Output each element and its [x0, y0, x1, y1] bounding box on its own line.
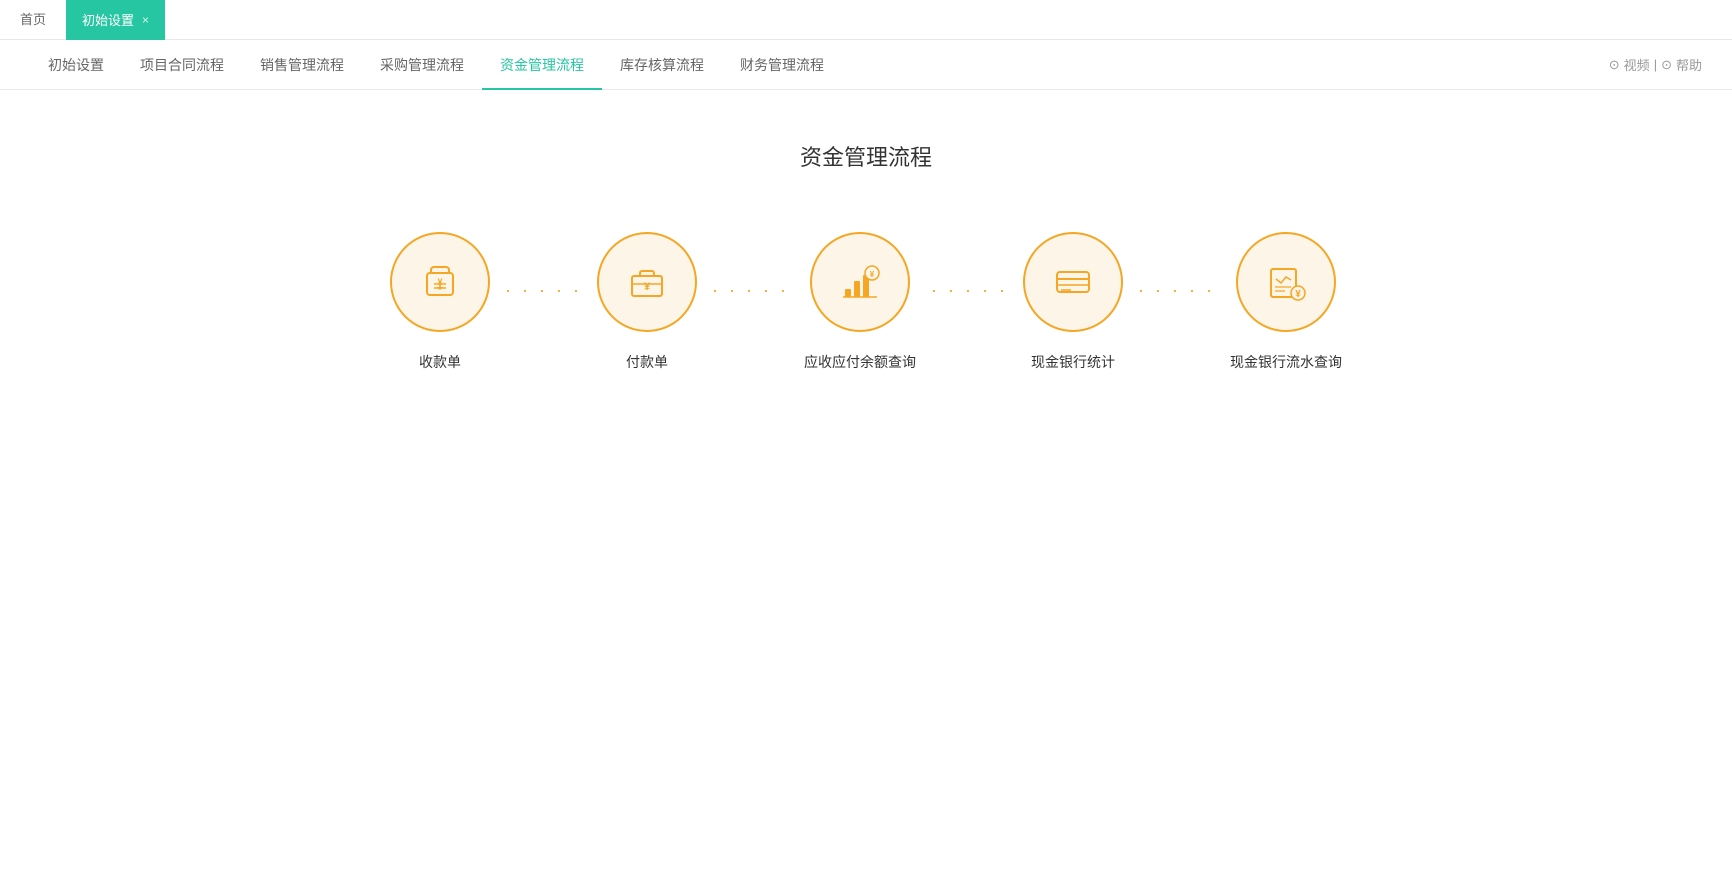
balance-icon: ¥ [835, 257, 885, 307]
divider: | [1654, 57, 1657, 72]
flow-circle-receipt: ¥ [390, 232, 490, 332]
flow-circle-cashbank [1023, 232, 1123, 332]
circle-icon2: ⊙ [1661, 57, 1672, 73]
nav-tabs-right: ⊙ 视频 | ⊙ 帮助 [1609, 55, 1702, 74]
tab-project[interactable]: 项目合同流程 [122, 40, 242, 90]
flow-item-payment[interactable]: ¥ 付款单 [597, 232, 697, 372]
connector-1: · · · · · [505, 232, 582, 301]
svg-text:¥: ¥ [1295, 289, 1301, 300]
flow-circle-balance: ¥ [810, 232, 910, 332]
flow-item-cashbank[interactable]: 现金银行统计 [1023, 232, 1123, 372]
flow-item-balance[interactable]: ¥ 应收应付余额查询 [804, 232, 916, 372]
flow-label-receipt: 收款单 [419, 352, 461, 372]
tab-fund[interactable]: 资金管理流程 [482, 40, 602, 90]
flow-label-balance: 应收应付余额查询 [804, 352, 916, 372]
circle-icon: ⊙ [1609, 57, 1620, 73]
active-tab[interactable]: 初始设置 × [66, 0, 165, 40]
flow-label-statement: 现金银行流水查询 [1230, 352, 1342, 372]
flow-section: ¥ 收款单 · · · · · ¥ 付款单 · · · · · [0, 232, 1732, 372]
main-content: 初始设置 项目合同流程 销售管理流程 采购管理流程 资金管理流程 库存核算流程 … [0, 40, 1732, 885]
top-bar: 首页 初始设置 × [0, 0, 1732, 40]
svg-text:¥: ¥ [644, 281, 651, 293]
flow-item-receipt[interactable]: ¥ 收款单 [390, 232, 490, 372]
receipt-icon: ¥ [415, 257, 465, 307]
statement-icon: ¥ [1261, 257, 1311, 307]
connector-2: · · · · · [712, 232, 789, 301]
active-tab-label: 初始设置 [82, 10, 134, 29]
tab-finance[interactable]: 财务管理流程 [722, 40, 842, 90]
page-title: 资金管理流程 [0, 90, 1732, 232]
flow-label-cashbank: 现金银行统计 [1031, 352, 1115, 372]
help-link[interactable]: 帮助 [1676, 55, 1702, 74]
nav-tabs: 初始设置 项目合同流程 销售管理流程 采购管理流程 资金管理流程 库存核算流程 … [0, 40, 1732, 90]
connector-3: · · · · · [931, 232, 1008, 301]
flow-circle-payment: ¥ [597, 232, 697, 332]
tab-sales[interactable]: 销售管理流程 [242, 40, 362, 90]
tab-init[interactable]: 初始设置 [30, 40, 122, 90]
connector-4: · · · · · [1138, 232, 1215, 301]
cashbank-icon [1048, 257, 1098, 307]
close-icon[interactable]: × [142, 13, 149, 27]
svg-text:¥: ¥ [870, 270, 875, 279]
flow-circle-statement: ¥ [1236, 232, 1336, 332]
video-link[interactable]: 视频 [1624, 55, 1650, 74]
payment-icon: ¥ [622, 257, 672, 307]
home-link[interactable]: 首页 [0, 0, 66, 40]
flow-label-payment: 付款单 [626, 352, 668, 372]
tab-inventory[interactable]: 库存核算流程 [602, 40, 722, 90]
flow-item-statement[interactable]: ¥ 现金银行流水查询 [1230, 232, 1342, 372]
tab-purchase[interactable]: 采购管理流程 [362, 40, 482, 90]
